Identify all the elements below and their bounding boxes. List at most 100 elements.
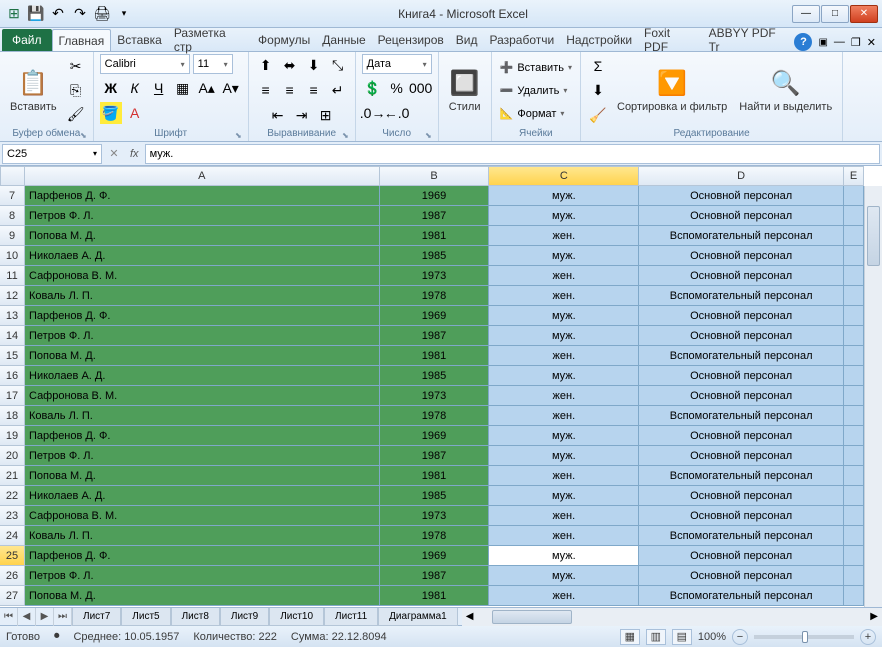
ribbon-tab[interactable]: Foxit PDF xyxy=(638,29,703,51)
cell[interactable] xyxy=(844,186,864,206)
row-header[interactable]: 18 xyxy=(0,406,25,426)
fill-color-button[interactable]: 🪣 xyxy=(100,102,122,124)
doc-minimize-icon[interactable]: — xyxy=(834,36,845,48)
cell[interactable]: Основной персонал xyxy=(639,426,844,446)
cell[interactable]: жен. xyxy=(489,346,639,366)
cell[interactable]: Основной персонал xyxy=(639,366,844,386)
cell[interactable] xyxy=(844,266,864,286)
sheet-tab[interactable]: Лист11 xyxy=(324,608,378,626)
sheet-tab[interactable]: Лист8 xyxy=(171,608,220,626)
underline-button[interactable]: Ч xyxy=(148,77,170,99)
dialog-launcher-icon[interactable]: ⬊ xyxy=(342,131,349,140)
row-header[interactable]: 16 xyxy=(0,366,25,386)
cell[interactable]: Парфенов Д. Ф. xyxy=(25,426,380,446)
align-bottom-icon[interactable]: ⬇ xyxy=(303,54,325,76)
cell[interactable]: муж. xyxy=(489,426,639,446)
sheet-tab[interactable]: Лист10 xyxy=(269,608,324,626)
sheet-first-icon[interactable]: ⏮ xyxy=(0,608,18,626)
cell[interactable]: Сафронова В. М. xyxy=(25,506,380,526)
row-header[interactable]: 27 xyxy=(0,586,25,606)
cell[interactable]: жен. xyxy=(489,226,639,246)
sheet-tab[interactable]: Лист9 xyxy=(220,608,269,626)
cell[interactable]: 1978 xyxy=(380,286,490,306)
cell[interactable]: Попова М. Д. xyxy=(25,346,380,366)
formula-input[interactable] xyxy=(145,144,880,164)
cell[interactable]: 1981 xyxy=(380,226,490,246)
cell[interactable]: Сафронова В. М. xyxy=(25,386,380,406)
paste-button[interactable]: 📋 Вставить xyxy=(6,65,61,115)
sheet-next-icon[interactable]: ▶ xyxy=(36,608,54,626)
zoom-level[interactable]: 100% xyxy=(698,631,726,643)
cell[interactable]: Вспомогательный персонал xyxy=(639,346,844,366)
row-header[interactable]: 19 xyxy=(0,426,25,446)
dialog-launcher-icon[interactable]: ⬊ xyxy=(235,131,242,140)
cell[interactable]: жен. xyxy=(489,406,639,426)
font-size-combo[interactable]: 11▾ xyxy=(193,54,233,74)
format-painter-icon[interactable]: 🖌 xyxy=(65,104,87,126)
ribbon-tab[interactable]: Вставка xyxy=(111,29,168,51)
cell[interactable]: Основной персонал xyxy=(639,326,844,346)
ribbon-tab[interactable]: Разработчи xyxy=(483,29,560,51)
cell[interactable]: Основной персонал xyxy=(639,446,844,466)
sheet-tab[interactable]: Лист7 xyxy=(72,608,121,626)
doc-restore-icon[interactable]: ❐ xyxy=(851,36,861,49)
cell[interactable]: 1985 xyxy=(380,246,490,266)
column-header[interactable]: C xyxy=(489,166,639,186)
qat-customize-icon[interactable]: ▾ xyxy=(114,4,134,24)
cells-area[interactable]: Парфенов Д. Ф.1969муж.Основной персоналП… xyxy=(25,186,864,607)
row-header[interactable]: 25 xyxy=(0,546,25,566)
cell[interactable] xyxy=(844,286,864,306)
align-top-icon[interactable]: ⬆ xyxy=(255,54,277,76)
row-header[interactable]: 14 xyxy=(0,326,25,346)
cell[interactable]: Николаев А. Д. xyxy=(25,486,380,506)
cell[interactable]: 1985 xyxy=(380,366,490,386)
cell[interactable]: 1987 xyxy=(380,326,490,346)
ribbon-tab[interactable]: Формулы xyxy=(252,29,316,51)
help-icon[interactable]: ? xyxy=(794,33,812,51)
cell[interactable]: Попова М. Д. xyxy=(25,226,380,246)
normal-view-icon[interactable]: ▦ xyxy=(620,629,640,645)
cell[interactable] xyxy=(844,386,864,406)
cell[interactable]: муж. xyxy=(489,306,639,326)
cell[interactable]: Основной персонал xyxy=(639,506,844,526)
file-tab[interactable]: Файл xyxy=(2,29,52,51)
cell[interactable]: Основной персонал xyxy=(639,186,844,206)
cell[interactable]: Коваль Л. П. xyxy=(25,286,380,306)
row-header[interactable]: 12 xyxy=(0,286,25,306)
cell[interactable] xyxy=(844,506,864,526)
cell[interactable]: жен. xyxy=(489,506,639,526)
cell[interactable] xyxy=(844,306,864,326)
page-layout-view-icon[interactable]: ▥ xyxy=(646,629,666,645)
cell[interactable]: 1981 xyxy=(380,346,490,366)
row-header[interactable]: 11 xyxy=(0,266,25,286)
zoom-out-button[interactable]: − xyxy=(732,629,748,645)
cell[interactable]: Коваль Л. П. xyxy=(25,406,380,426)
cell[interactable]: Парфенов Д. Ф. xyxy=(25,186,380,206)
cell[interactable]: 1985 xyxy=(380,486,490,506)
row-header[interactable]: 15 xyxy=(0,346,25,366)
cell[interactable]: жен. xyxy=(489,386,639,406)
zoom-slider[interactable] xyxy=(754,635,854,639)
decrease-decimal-icon[interactable]: ←.0 xyxy=(386,102,408,124)
cell[interactable] xyxy=(844,466,864,486)
cell[interactable] xyxy=(844,486,864,506)
row-header[interactable]: 13 xyxy=(0,306,25,326)
cell[interactable]: 1987 xyxy=(380,446,490,466)
row-header[interactable]: 10 xyxy=(0,246,25,266)
row-header[interactable]: 9 xyxy=(0,226,25,246)
cell[interactable]: Парфенов Д. Ф. xyxy=(25,306,380,326)
cell[interactable] xyxy=(844,566,864,586)
increase-decimal-icon[interactable]: .0→ xyxy=(362,102,384,124)
cell[interactable]: Петров Ф. Л. xyxy=(25,566,380,586)
horizontal-scrollbar[interactable]: ◀ ▶ xyxy=(462,608,882,626)
select-all-corner[interactable] xyxy=(0,166,25,186)
copy-icon[interactable]: ⎘ xyxy=(65,80,87,102)
column-header[interactable]: B xyxy=(380,166,490,186)
cancel-formula-icon[interactable]: ✕ xyxy=(104,147,124,160)
font-name-combo[interactable]: Calibri▾ xyxy=(100,54,190,74)
cell[interactable] xyxy=(844,586,864,606)
macro-record-icon[interactable]: ⏺ xyxy=(54,630,60,643)
align-center-icon[interactable]: ≡ xyxy=(279,79,301,101)
redo-icon[interactable]: ↷ xyxy=(70,4,90,24)
cell[interactable]: 1987 xyxy=(380,206,490,226)
